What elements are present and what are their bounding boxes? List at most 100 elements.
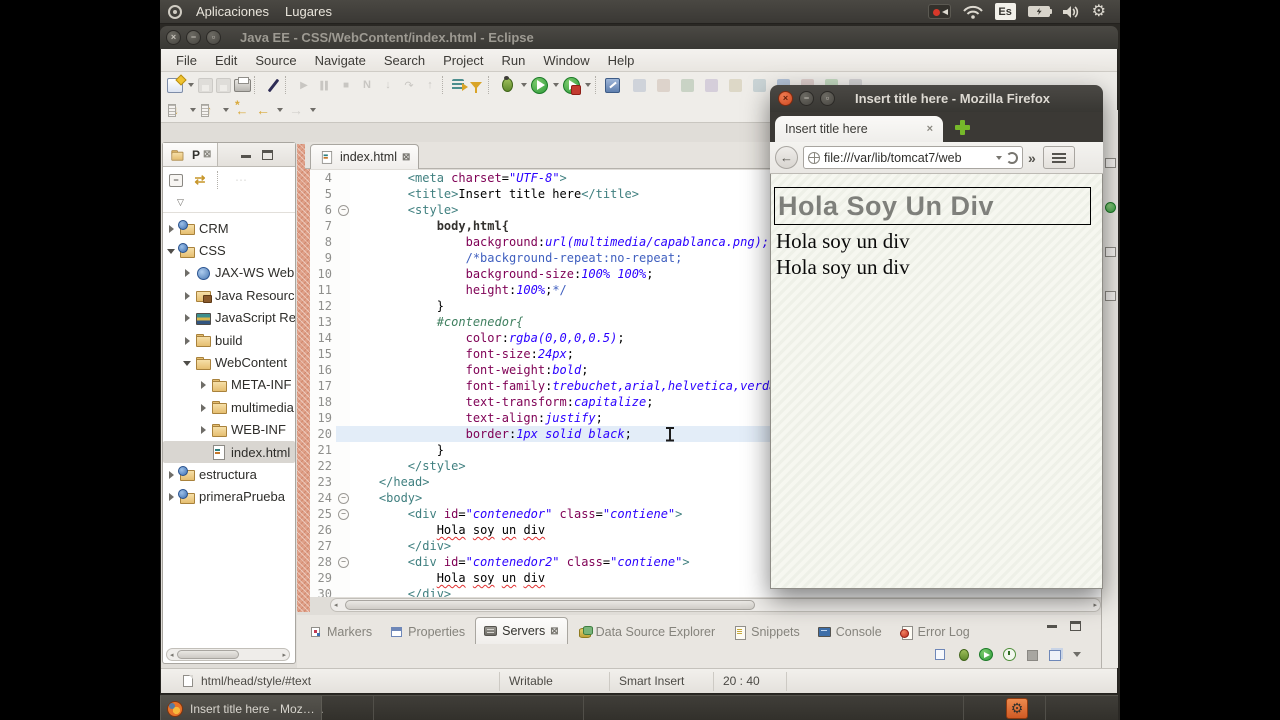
battery-icon[interactable] [1027, 6, 1052, 17]
outline-view-icon[interactable] [1104, 247, 1116, 257]
explorer-horizontal-scrollbar[interactable]: ◂ ▸ [166, 648, 290, 661]
chevron-right-icon[interactable] [183, 268, 192, 278]
chevron-right-icon[interactable] [167, 224, 176, 233]
chevron-right-icon[interactable] [167, 492, 176, 502]
menu-run[interactable]: Run [493, 51, 535, 70]
chevron-right-icon[interactable] [167, 470, 176, 479]
chevron-right-icon[interactable] [199, 403, 208, 412]
pen-icon[interactable] [264, 76, 282, 94]
hamburger-menu-icon[interactable] [1042, 146, 1075, 169]
minimize-view-icon[interactable] [1047, 625, 1057, 628]
tasks-view-icon[interactable] [1104, 291, 1116, 301]
tree-item-javascript-re[interactable]: JavaScript Re [163, 307, 295, 329]
tree-item-estructura[interactable]: estructura [163, 463, 295, 485]
tab-insert-title-here[interactable]: Insert title here × [775, 116, 943, 142]
menu-navigate[interactable]: Navigate [306, 51, 375, 70]
editor-horizontal-scrollbar[interactable]: ◂ ▸ [330, 598, 1101, 612]
new-wizard-icon[interactable] [167, 77, 183, 93]
back-button[interactable]: ← [775, 146, 798, 169]
menu-file[interactable]: File [167, 51, 206, 70]
record-icon[interactable] [452, 79, 468, 91]
tree-item-multimedia[interactable]: multimedia [163, 396, 295, 418]
chevron-right-icon[interactable] [183, 313, 192, 323]
chevron-right-icon[interactable] [183, 336, 192, 345]
topbar-menu-lugares[interactable]: Lugares [277, 2, 340, 21]
print-icon[interactable] [234, 76, 251, 92]
chevron-down-icon[interactable] [183, 358, 192, 367]
scroll-left-icon[interactable]: ◂ [334, 601, 338, 609]
ubuntu-logo-icon[interactable] [168, 4, 182, 19]
maximize-icon[interactable]: ▫ [206, 30, 221, 45]
link-with-editor-icon[interactable] [191, 171, 209, 189]
back-icon[interactable] [254, 101, 272, 119]
keyboard-layout-indicator[interactable]: Es [994, 3, 1016, 20]
scroll-right-icon[interactable]: ▸ [282, 651, 286, 659]
close-tab-icon[interactable]: × [927, 123, 933, 135]
tree-item-crm[interactable]: CRM [163, 217, 295, 239]
tab-project-explorer[interactable]: P ⊠ [163, 143, 219, 166]
close-icon[interactable]: ⊠ [550, 626, 558, 637]
maximize-view-icon[interactable] [1070, 621, 1081, 631]
menu-search[interactable]: Search [375, 51, 434, 70]
view-menu-icon[interactable]: ▽ [177, 197, 184, 208]
close-icon[interactable]: ⊠ [402, 152, 410, 163]
menu-edit[interactable]: Edit [206, 51, 246, 70]
menu-help[interactable]: Help [599, 51, 644, 70]
prev-annotation-icon[interactable] [200, 101, 218, 119]
menu-project[interactable]: Project [434, 51, 492, 70]
profile-icon[interactable] [563, 76, 581, 95]
url-dropdown-icon[interactable] [996, 155, 1002, 160]
tab-console[interactable]: Console [810, 619, 890, 644]
tab-markers[interactable]: Markers [301, 619, 380, 644]
tab-index-html[interactable]: index.html ⊠ [310, 144, 420, 169]
close-icon[interactable]: × [778, 91, 793, 106]
minimize-icon[interactable]: − [186, 30, 201, 45]
tree-item-webcontent[interactable]: WebContent [163, 351, 295, 373]
session-gear-icon[interactable]: ⚙ [1092, 3, 1106, 20]
fold-collapse-icon[interactable] [336, 490, 350, 506]
run-icon[interactable] [531, 76, 548, 94]
tree-item-jax-ws-web[interactable]: JAX-WS Web [163, 262, 295, 284]
view-menu-icon[interactable] [1071, 648, 1085, 661]
tree-item-index-html[interactable]: index.html [163, 440, 295, 464]
chevron-right-icon[interactable] [199, 425, 208, 435]
fold-collapse-icon[interactable] [336, 554, 350, 570]
minimize-view-icon[interactable] [241, 155, 251, 158]
collapse-all-icon[interactable] [169, 173, 183, 187]
minimize-icon[interactable]: − [799, 91, 814, 106]
new-server-icon[interactable] [933, 648, 947, 661]
java-cube-icon[interactable] [605, 77, 620, 93]
tab-properties[interactable]: Properties [382, 619, 473, 644]
profile-server-icon[interactable] [1002, 648, 1016, 661]
maximize-view-icon[interactable] [262, 150, 273, 160]
scroll-left-icon[interactable]: ◂ [170, 651, 174, 659]
debug-server-icon[interactable] [956, 648, 970, 661]
fold-collapse-icon[interactable] [336, 202, 350, 218]
servers-view-icon[interactable] [1104, 202, 1116, 213]
new-tab-icon[interactable] [955, 120, 970, 135]
tree-item-java-resourc[interactable]: Java Resourc [163, 284, 295, 306]
url-text[interactable]: file:///var/lib/tomcat7/web [824, 151, 962, 165]
topbar-menu-aplicaciones[interactable]: Aplicaciones [188, 2, 277, 21]
tree-item-build[interactable]: build [163, 329, 295, 351]
fold-collapse-icon[interactable] [336, 506, 350, 522]
chevron-right-icon[interactable] [183, 291, 192, 300]
tab-data-source-explorer[interactable]: Data Source Explorer [570, 619, 724, 644]
maximize-icon[interactable]: ▫ [820, 91, 835, 106]
tree-item-meta-inf[interactable]: META-INF [163, 374, 295, 396]
next-annotation-icon[interactable] [167, 101, 185, 119]
tree-item-primeraprueba[interactable]: primeraPrueba [163, 486, 295, 508]
reload-icon[interactable] [1006, 151, 1018, 164]
taskbar-item-insert-title-here-moz[interactable]: Insert title here - Moz… [160, 696, 322, 720]
start-server-icon[interactable] [979, 648, 993, 661]
volume-icon[interactable] [1062, 5, 1080, 19]
scrollbar-thumb[interactable] [177, 650, 239, 659]
url-bar[interactable]: file:///var/lib/tomcat7/web [803, 146, 1023, 169]
chevron-right-icon[interactable] [199, 380, 208, 390]
tab-error-log[interactable]: Error Log [892, 619, 978, 644]
filter-icon[interactable] [467, 76, 485, 94]
tab-snippets[interactable]: Snippets [725, 619, 808, 644]
tree-item-css[interactable]: CSS [163, 239, 295, 261]
close-icon[interactable]: ⊠ [203, 149, 211, 160]
menu-source[interactable]: Source [246, 51, 305, 70]
